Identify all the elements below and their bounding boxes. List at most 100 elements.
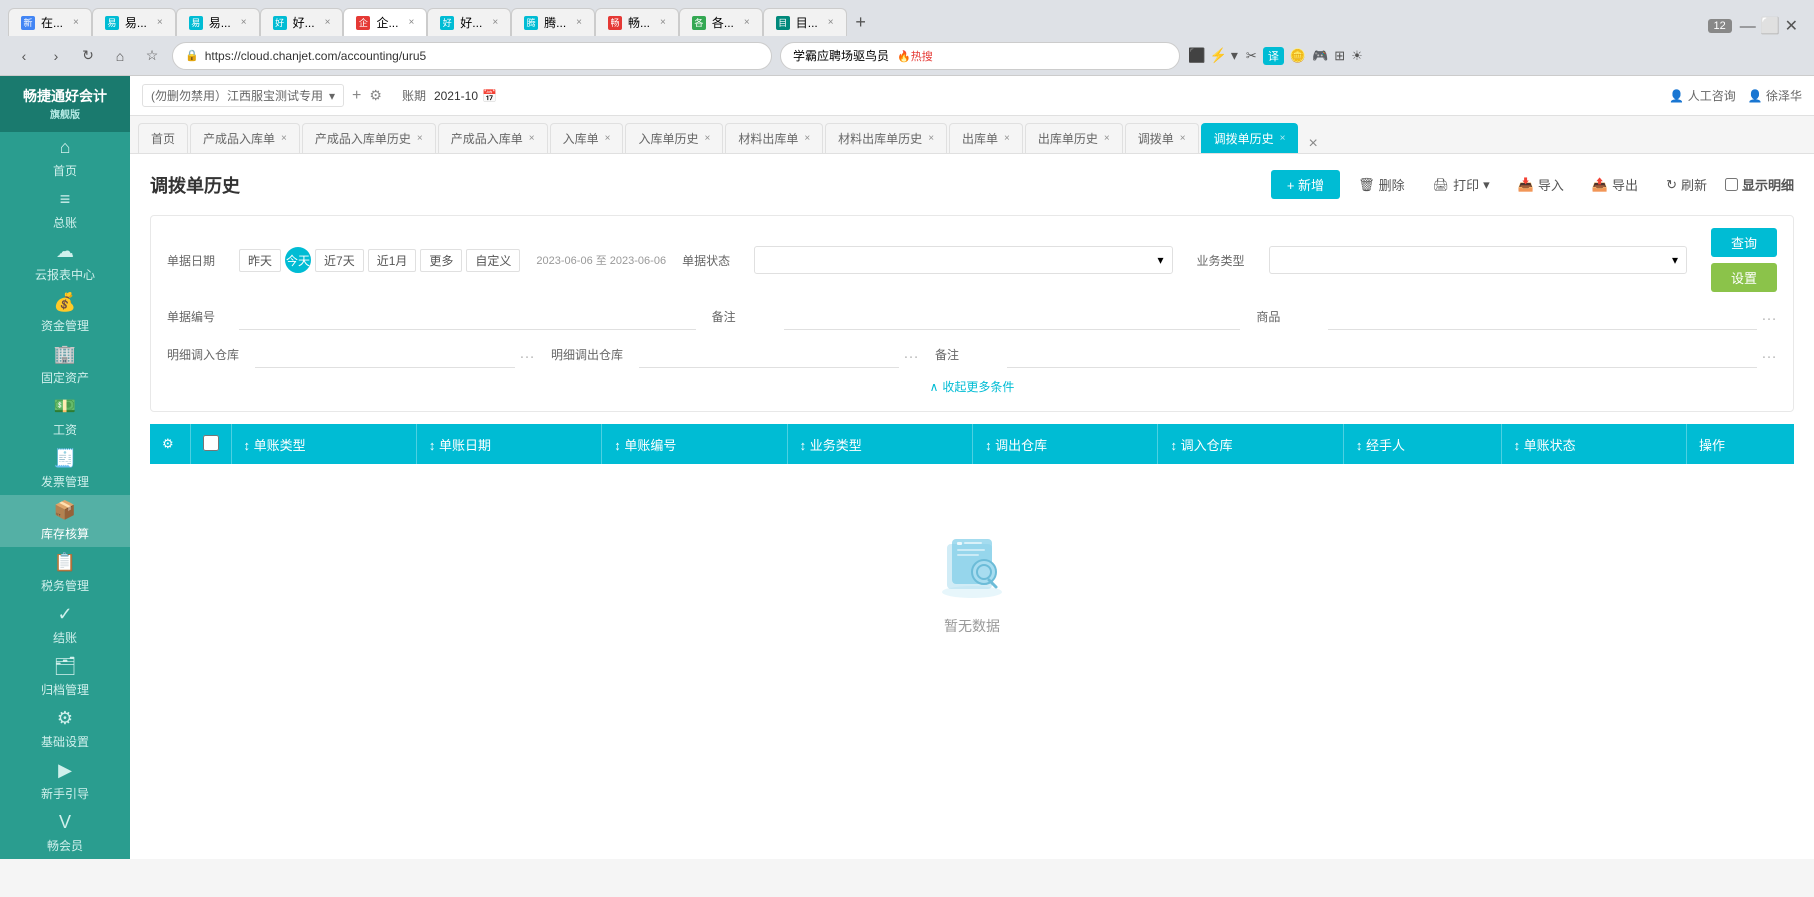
close-all-btn[interactable]: × — [1308, 135, 1317, 153]
remark-input[interactable] — [784, 302, 1241, 330]
company-settings-icon[interactable]: ⚙ — [369, 87, 382, 104]
tab-product-in[interactable]: 产成品入库单 × — [190, 123, 300, 153]
tab-close-4[interactable]: × — [325, 17, 331, 28]
th-checkbox[interactable] — [190, 424, 231, 464]
tab-in-close[interactable]: × — [605, 133, 611, 144]
tab-transfer-history[interactable]: 调拨单历史 × — [1201, 123, 1299, 153]
status-selector[interactable]: ▾ — [754, 246, 1172, 274]
browser-tab-4[interactable]: 好 好... × — [260, 8, 344, 36]
search-btn[interactable]: 查询 — [1711, 228, 1777, 257]
browser-tab-7[interactable]: 腾 腾... × — [511, 8, 595, 36]
collapse-btn[interactable]: ∧ 收起更多条件 — [930, 378, 1015, 395]
dropdown-icon[interactable]: ▾ — [1231, 47, 1238, 64]
date-btn-more[interactable]: 更多 — [420, 249, 462, 272]
refresh-btn[interactable]: ↻ 刷新 — [1656, 171, 1717, 198]
tab-in-history-close[interactable]: × — [704, 133, 710, 144]
sidebar-item-home[interactable]: ⌂ 首页 — [0, 132, 130, 184]
date-btn-yesterday[interactable]: 昨天 — [239, 249, 281, 272]
url-bar[interactable]: 🔒 https://cloud.chanjet.com/accounting/u… — [172, 42, 772, 70]
sidebar-item-salary[interactable]: 💵 工资 — [0, 391, 130, 443]
sidebar-item-archive[interactable]: 🗂 归档管理 — [0, 651, 130, 703]
tab-close-6[interactable]: × — [492, 17, 498, 28]
browser-tab-8[interactable]: 畅 畅... × — [595, 8, 679, 36]
tab-close-9[interactable]: × — [744, 17, 750, 28]
tab-in-history[interactable]: 入库单历史 × — [625, 123, 723, 153]
export-btn[interactable]: 📤 导出 — [1582, 171, 1648, 198]
th-settings[interactable]: ⚙ — [150, 424, 190, 464]
tab-material-out-history-close[interactable]: × — [928, 133, 934, 144]
browser-tab-9[interactable]: 各 各... × — [679, 8, 763, 36]
tab-home[interactable]: 首页 — [138, 123, 188, 153]
thunder-icon[interactable]: ⚡ — [1209, 47, 1226, 64]
detail-in-more-btn[interactable]: … — [519, 345, 535, 363]
tab-close-active[interactable]: × — [408, 17, 414, 28]
new-tab-button[interactable]: + — [847, 8, 875, 36]
tab-transfer[interactable]: 调拨单 × — [1125, 123, 1199, 153]
print-btn[interactable]: 🖨 打印 ▾ — [1423, 171, 1500, 198]
tab-out-history-close[interactable]: × — [1104, 133, 1110, 144]
tab-close-2[interactable]: × — [157, 17, 163, 28]
tab-transfer-history-close[interactable]: × — [1280, 133, 1286, 144]
delete-btn[interactable]: 🗑 删除 — [1348, 171, 1415, 198]
grid-icon[interactable]: ⊞ — [1334, 48, 1345, 64]
tab-out-history[interactable]: 出库单历史 × — [1025, 123, 1123, 153]
tab-out[interactable]: 出库单 × — [949, 123, 1023, 153]
display-fields-toggle[interactable]: 显示明细 — [1725, 175, 1794, 194]
browser-tab-2[interactable]: 易 易... × — [92, 8, 176, 36]
tab-in[interactable]: 入库单 × — [550, 123, 624, 153]
detail-remark-more-btn[interactable]: … — [1761, 345, 1777, 363]
wallet-icon[interactable]: 🪙 — [1290, 48, 1306, 64]
tab-out-close[interactable]: × — [1004, 133, 1010, 144]
sidebar-item-invoice[interactable]: 🧾 发票管理 — [0, 443, 130, 495]
sidebar-item-fund[interactable]: 💰 资金管理 — [0, 288, 130, 340]
tab-product-in2-close[interactable]: × — [529, 133, 535, 144]
company-selector[interactable]: (勿删勿禁用）江西服宝测试专用 ▾ — [142, 84, 344, 107]
add-company-btn[interactable]: + — [352, 87, 361, 105]
user-avatar[interactable]: 👤 徐泽华 — [1748, 87, 1802, 104]
goods-more-btn[interactable]: … — [1761, 307, 1777, 325]
docno-input[interactable] — [239, 302, 696, 330]
sidebar-item-tax[interactable]: 📋 税务管理 — [0, 547, 130, 599]
tab-material-out-history[interactable]: 材料出库单历史 × — [825, 123, 947, 153]
tab-close-8[interactable]: × — [660, 17, 666, 28]
tab-product-in-history-close[interactable]: × — [417, 133, 423, 144]
extensions-icon[interactable]: ⬛ — [1188, 47, 1205, 64]
back-button[interactable]: ‹ — [12, 44, 36, 68]
date-btn-today[interactable]: 今天 — [285, 247, 311, 273]
table-settings-icon[interactable]: ⚙ — [162, 436, 174, 451]
goods-input[interactable] — [1328, 302, 1757, 330]
date-btn-1month[interactable]: 近1月 — [368, 249, 417, 272]
date-btn-7days[interactable]: 近7天 — [315, 249, 364, 272]
detail-out-input[interactable] — [639, 340, 899, 368]
sidebar-item-close[interactable]: ✓ 结账 — [0, 599, 130, 651]
tab-material-out[interactable]: 材料出库单 × — [725, 123, 823, 153]
tab-close-7[interactable]: × — [576, 17, 582, 28]
browser-tab-3[interactable]: 易 易... × — [176, 8, 260, 36]
tab-product-in-history[interactable]: 产成品入库单历史 × — [302, 123, 436, 153]
detail-remark-input[interactable] — [1007, 340, 1757, 368]
tab-material-out-close[interactable]: × — [804, 133, 810, 144]
date-btn-custom[interactable]: 自定义 — [466, 249, 520, 272]
tab-product-in2[interactable]: 产成品入库单 × — [438, 123, 548, 153]
refresh-button[interactable]: ↻ — [76, 44, 100, 68]
settings-filter-btn[interactable]: 设置 — [1711, 263, 1777, 292]
sidebar-item-asset[interactable]: 🏢 固定资产 — [0, 339, 130, 391]
browser-tab-10[interactable]: 目 目... × — [763, 8, 847, 36]
sidebar-item-vip[interactable]: V 畅会员 — [0, 807, 130, 859]
select-all-checkbox[interactable] — [203, 435, 219, 451]
tab-close-10[interactable]: × — [828, 17, 834, 28]
import-btn[interactable]: 📥 导入 — [1508, 171, 1574, 198]
tab-close-3[interactable]: × — [241, 17, 247, 28]
sidebar-item-guide[interactable]: ▶ 新手引导 — [0, 755, 130, 807]
bookmark-button[interactable]: ☆ — [140, 44, 164, 68]
translate-icon[interactable]: 译 — [1263, 47, 1284, 65]
theme-icon[interactable]: ☀ — [1351, 48, 1363, 64]
scissors-icon[interactable]: ✂ — [1246, 48, 1257, 64]
service-btn[interactable]: 👤 人工咨询 — [1669, 87, 1735, 104]
business-type-selector[interactable]: ▾ — [1269, 246, 1687, 274]
game-icon[interactable]: 🎮 — [1312, 48, 1328, 64]
sidebar-item-settings[interactable]: ⚙ 基础设置 — [0, 703, 130, 755]
search-bar[interactable]: 学霸应聘场驱鸟员 🔥热搜 — [780, 42, 1180, 70]
sidebar-item-ledger[interactable]: ≡ 总账 — [0, 184, 130, 236]
period-selector[interactable]: 2021-10 📅 — [434, 89, 497, 103]
